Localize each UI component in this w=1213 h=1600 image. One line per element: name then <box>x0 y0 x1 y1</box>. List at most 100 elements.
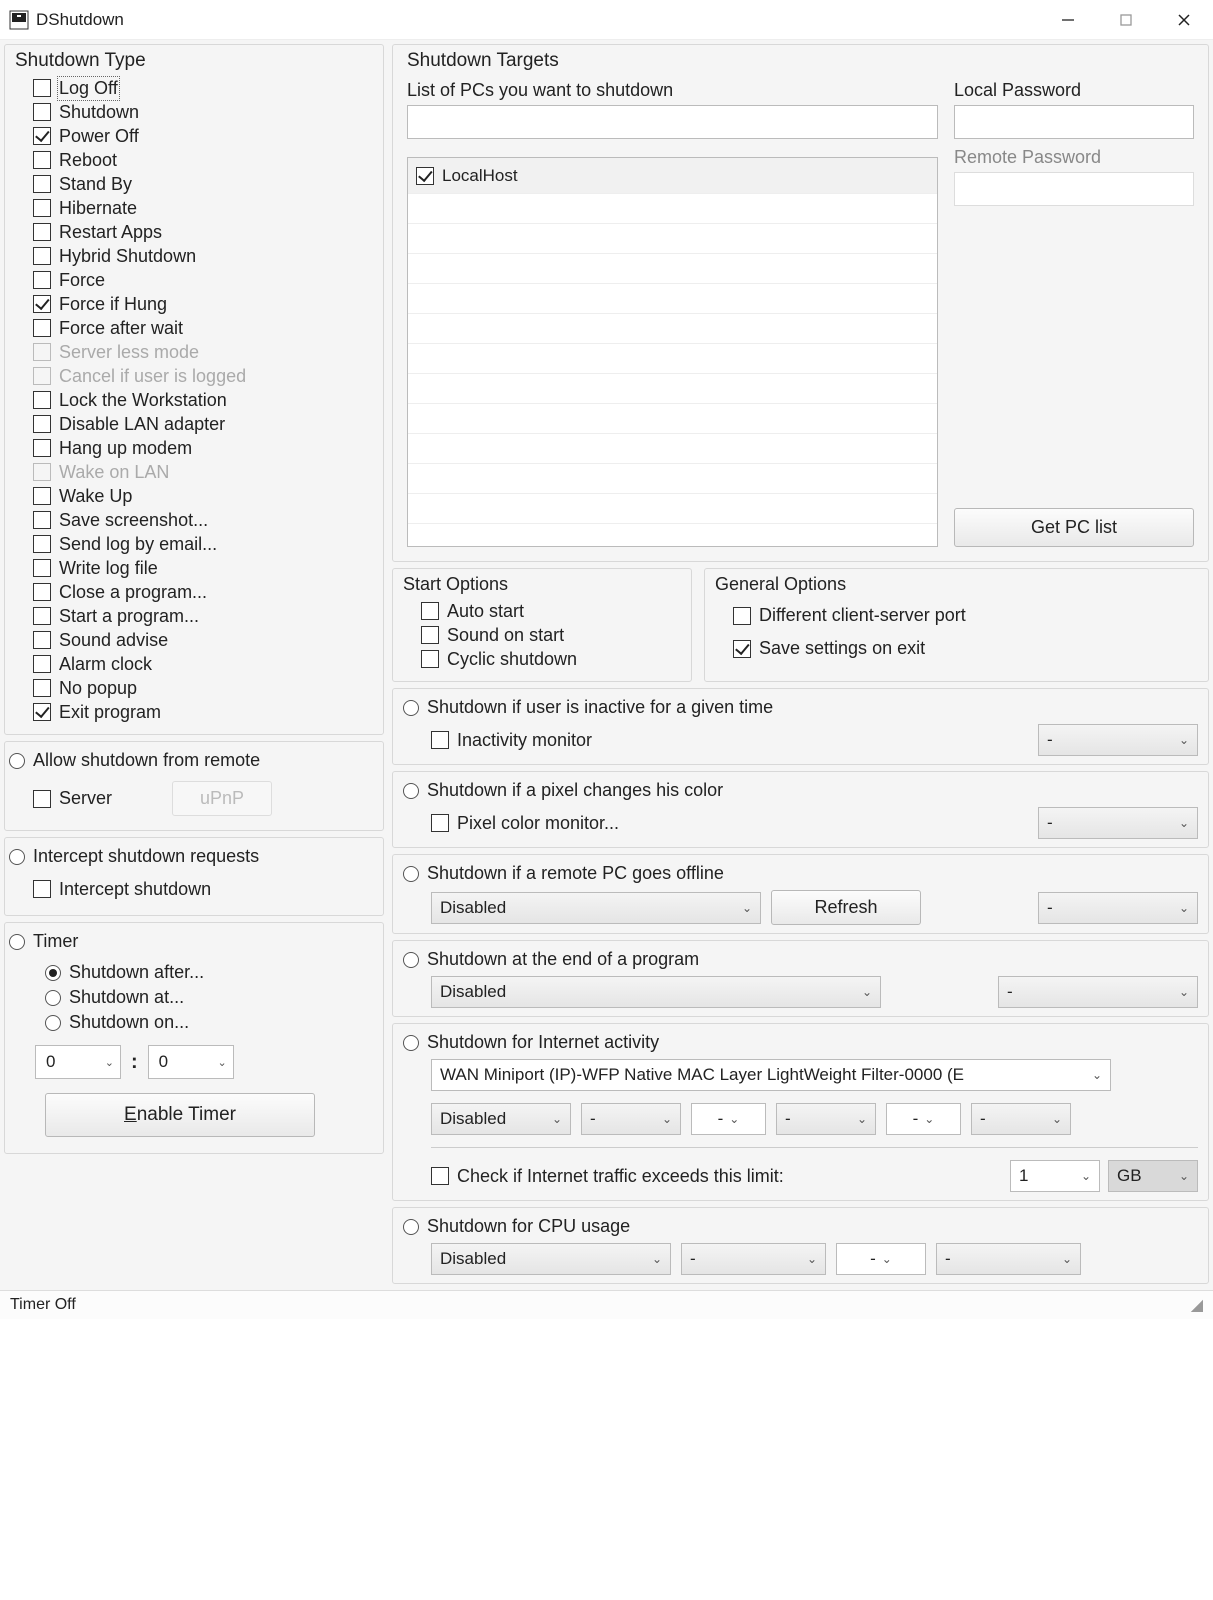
shutdown-type-checkbox[interactable] <box>33 679 51 697</box>
offline-select2[interactable]: -⌄ <box>1038 892 1198 924</box>
timer-radio[interactable] <box>9 934 25 950</box>
endprog-select[interactable]: Disabled⌄ <box>431 976 881 1008</box>
internet-radio[interactable] <box>403 1035 419 1051</box>
cpu-radio[interactable] <box>403 1219 419 1235</box>
internet-s6[interactable]: -⌄ <box>971 1103 1071 1135</box>
inactivity-monitor-checkbox[interactable] <box>431 731 449 749</box>
cpu-s4[interactable]: -⌄ <box>936 1243 1081 1275</box>
shutdown-type-item: Hang up modem <box>33 436 373 460</box>
shutdown-type-checkbox[interactable] <box>33 295 51 313</box>
shutdown-type-checkbox[interactable] <box>33 487 51 505</box>
targets-group: Shutdown Targets List of PCs you want to… <box>392 44 1209 562</box>
local-pw-label: Local Password <box>954 80 1194 101</box>
remote-pw-input[interactable] <box>954 172 1194 206</box>
get-pclist-button[interactable]: Get PC list <box>954 508 1194 547</box>
shutdown-type-label: Sound advise <box>59 630 168 651</box>
shutdown-type-checkbox[interactable] <box>33 535 51 553</box>
shutdown-type-checkbox[interactable] <box>33 271 51 289</box>
pc-name-input[interactable] <box>407 105 938 139</box>
server-checkbox[interactable] <box>33 790 51 808</box>
shutdown-type-checkbox[interactable] <box>33 607 51 625</box>
autostart-checkbox[interactable] <box>421 602 439 620</box>
localhost-checkbox[interactable] <box>416 167 434 185</box>
timer-after-radio[interactable] <box>45 965 61 981</box>
offline-radio[interactable] <box>403 866 419 882</box>
timer-minutes-spin[interactable]: 0⌄ <box>148 1045 234 1079</box>
internet-group: Shutdown for Internet activity WAN Minip… <box>392 1023 1209 1201</box>
pixel-select[interactable]: -⌄ <box>1038 807 1198 839</box>
cyclic-checkbox[interactable] <box>421 650 439 668</box>
internet-s4[interactable]: -⌄ <box>776 1103 876 1135</box>
shutdown-type-item: Log Off <box>33 76 373 100</box>
intercept-checkbox[interactable] <box>33 880 51 898</box>
timer-group: Timer Shutdown after... Shutdown at... S… <box>4 922 384 1154</box>
shutdown-type-item: Reboot <box>33 148 373 172</box>
endprog-select2[interactable]: -⌄ <box>998 976 1198 1008</box>
shutdown-type-checkbox[interactable] <box>33 703 51 721</box>
inactive-radio[interactable] <box>403 700 419 716</box>
shutdown-type-checkbox[interactable] <box>33 223 51 241</box>
shutdown-type-checkbox[interactable] <box>33 103 51 121</box>
shutdown-type-checkbox[interactable] <box>33 151 51 169</box>
upnp-button[interactable]: uPnP <box>172 781 272 816</box>
intercept-radio[interactable] <box>9 849 25 865</box>
local-pw-input[interactable] <box>954 105 1194 139</box>
internet-s1[interactable]: Disabled⌄ <box>431 1103 571 1135</box>
shutdown-type-checkbox[interactable] <box>33 631 51 649</box>
adapter-select[interactable]: WAN Miniport (IP)-WFP Native MAC Layer L… <box>431 1059 1111 1091</box>
shutdown-type-item: Wake on LAN <box>33 460 373 484</box>
maximize-button[interactable] <box>1097 0 1155 40</box>
shutdown-type-checkbox[interactable] <box>33 199 51 217</box>
timer-on-label: Shutdown on... <box>69 1012 189 1033</box>
shutdown-type-label: Force after wait <box>59 318 183 339</box>
refresh-button[interactable]: Refresh <box>771 890 921 925</box>
shutdown-type-checkbox[interactable] <box>33 415 51 433</box>
shutdown-type-item: Server less mode <box>33 340 373 364</box>
port-checkbox[interactable] <box>733 607 751 625</box>
sound-checkbox[interactable] <box>421 626 439 644</box>
shutdown-type-checkbox[interactable] <box>33 391 51 409</box>
cpu-s2[interactable]: -⌄ <box>681 1243 826 1275</box>
resize-grip-icon[interactable]: ◢ <box>1191 1295 1203 1315</box>
offline-select[interactable]: Disabled⌄ <box>431 892 761 924</box>
shutdown-type-checkbox[interactable] <box>33 79 51 97</box>
timer-at-radio[interactable] <box>45 990 61 1006</box>
minimize-button[interactable] <box>1039 0 1097 40</box>
traffic-limit-value[interactable]: 1⌄ <box>1010 1160 1100 1192</box>
shutdown-type-checkbox[interactable] <box>33 439 51 457</box>
traffic-limit-unit[interactable]: GB⌄ <box>1108 1160 1198 1192</box>
inactive-select[interactable]: -⌄ <box>1038 724 1198 756</box>
enable-timer-button[interactable]: Enable Timer <box>45 1093 315 1137</box>
shutdown-type-checkbox[interactable] <box>33 319 51 337</box>
shutdown-type-checkbox <box>33 463 51 481</box>
shutdown-type-title: Shutdown Type <box>11 50 150 72</box>
internet-s5[interactable]: -⌄ <box>886 1103 961 1135</box>
shutdown-type-item: Force <box>33 268 373 292</box>
timer-hours-spin[interactable]: 0⌄ <box>35 1045 121 1079</box>
timer-on-radio[interactable] <box>45 1015 61 1031</box>
shutdown-type-checkbox[interactable] <box>33 655 51 673</box>
internet-s3[interactable]: -⌄ <box>691 1103 766 1135</box>
internet-s2[interactable]: -⌄ <box>581 1103 681 1135</box>
shutdown-type-checkbox[interactable] <box>33 175 51 193</box>
allow-remote-radio[interactable] <box>9 753 25 769</box>
shutdown-type-checkbox[interactable] <box>33 511 51 529</box>
shutdown-type-checkbox[interactable] <box>33 583 51 601</box>
traffic-limit-checkbox[interactable] <box>431 1167 449 1185</box>
shutdown-type-item: Hybrid Shutdown <box>33 244 373 268</box>
shutdown-type-checkbox[interactable] <box>33 247 51 265</box>
pixel-monitor-checkbox[interactable] <box>431 814 449 832</box>
shutdown-type-label: Hibernate <box>59 198 137 219</box>
pc-list[interactable]: LocalHost <box>407 157 938 547</box>
shutdown-type-checkbox[interactable] <box>33 559 51 577</box>
cpu-s3[interactable]: -⌄ <box>836 1243 926 1275</box>
endprog-radio[interactable] <box>403 952 419 968</box>
shutdown-type-label: Wake Up <box>59 486 132 507</box>
shutdown-type-checkbox[interactable] <box>33 127 51 145</box>
general-options-title: General Options <box>711 574 850 595</box>
close-button[interactable] <box>1155 0 1213 40</box>
pixel-radio[interactable] <box>403 783 419 799</box>
shutdown-type-item: Lock the Workstation <box>33 388 373 412</box>
save-settings-checkbox[interactable] <box>733 640 751 658</box>
cpu-s1[interactable]: Disabled⌄ <box>431 1243 671 1275</box>
